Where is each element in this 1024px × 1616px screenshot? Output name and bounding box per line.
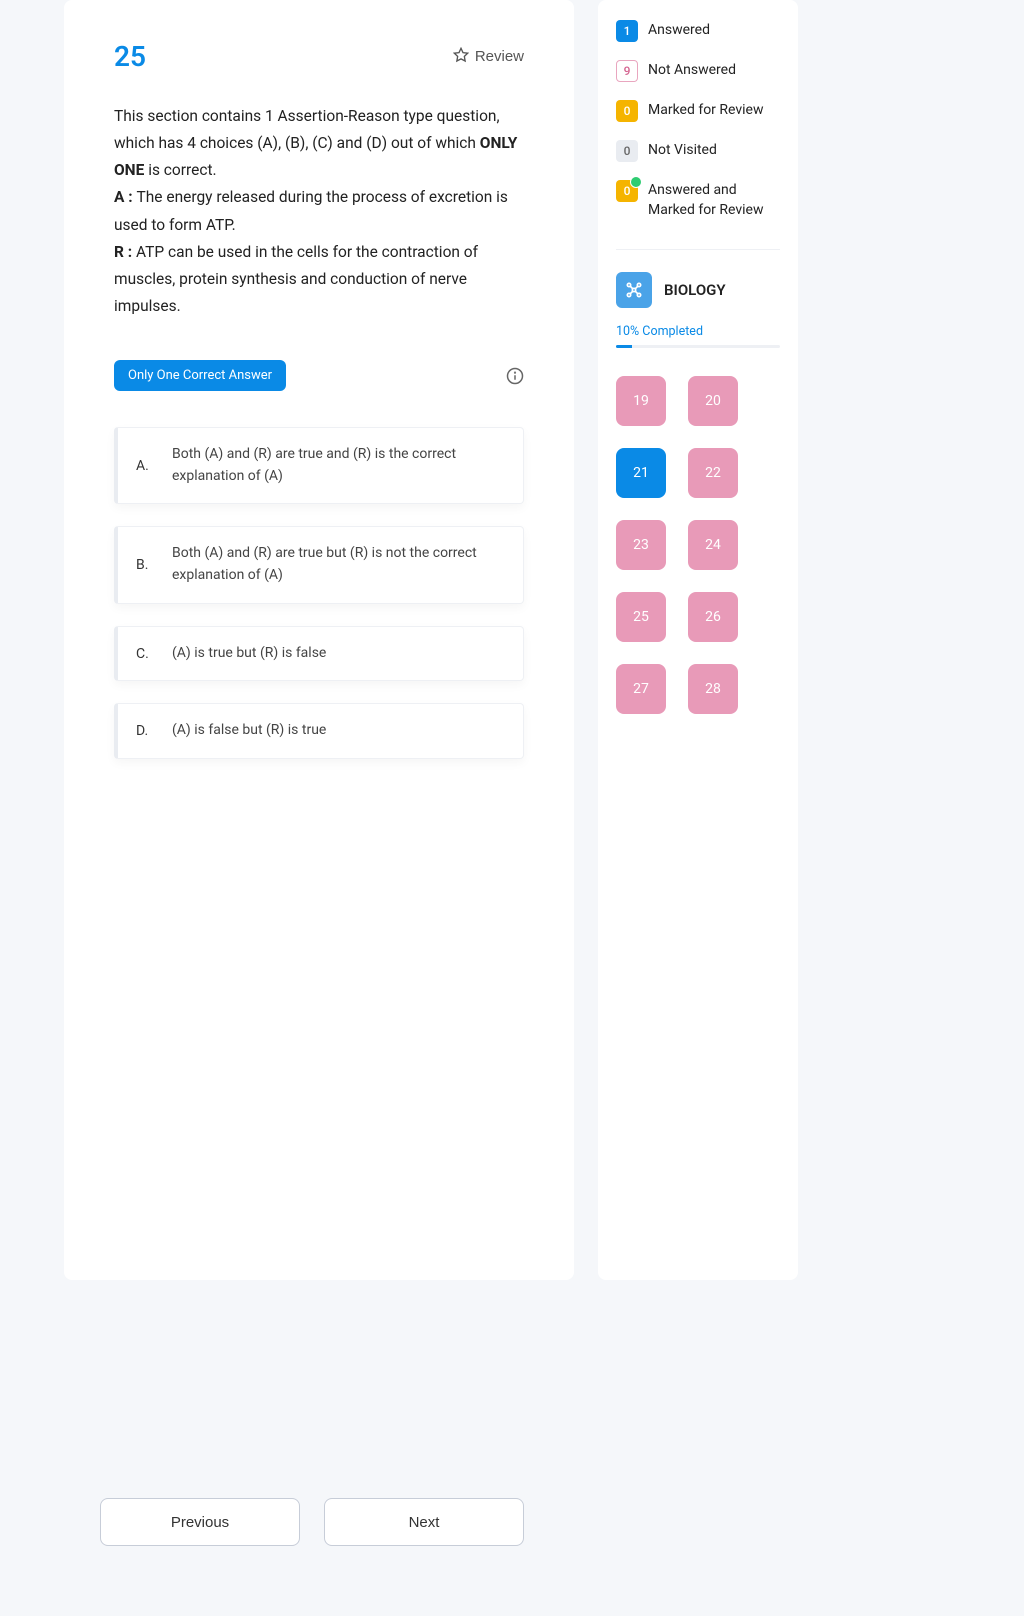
legend-not-visited: 0 Not Visited <box>616 140 780 162</box>
option-text: (A) is true but (R) is false <box>172 643 326 665</box>
progress-bar <box>616 345 780 348</box>
question-panel: 25 Review This section contains 1 Assert… <box>64 0 574 1280</box>
legend-box-marked: 0 <box>616 100 638 122</box>
palette-question-26[interactable]: 26 <box>688 592 738 642</box>
palette-question-23[interactable]: 23 <box>616 520 666 570</box>
question-text: This section contains 1 Assertion-Reason… <box>114 103 524 320</box>
review-label: Review <box>475 48 524 65</box>
option-d[interactable]: D. (A) is false but (R) is true <box>114 703 524 759</box>
star-icon <box>453 47 469 67</box>
divider <box>616 249 780 250</box>
palette-question-21[interactable]: 21 <box>616 448 666 498</box>
palette-question-19[interactable]: 19 <box>616 376 666 426</box>
option-c[interactable]: C. (A) is true but (R) is false <box>114 626 524 682</box>
reason-label: R : <box>114 243 136 261</box>
subject-row: BIOLOGY <box>616 272 780 308</box>
previous-button[interactable]: Previous <box>100 1498 300 1546</box>
biology-icon <box>616 272 652 308</box>
option-text: (A) is false but (R) is true <box>172 720 326 742</box>
option-label: C. <box>136 646 154 662</box>
options-list: A. Both (A) and (R) are true and (R) is t… <box>114 427 524 759</box>
option-text: Both (A) and (R) are true and (R) is the… <box>172 444 505 487</box>
legend-marked: 0 Marked for Review <box>616 100 780 122</box>
question-palette: 19 20 21 22 23 24 25 26 27 28 <box>616 376 780 714</box>
legend-box-answered-marked: 0 <box>616 180 638 202</box>
progress-label: 10% Completed <box>616 324 780 339</box>
question-header: 25 Review <box>114 40 524 73</box>
legend-box-not-answered: 9 <box>616 60 638 82</box>
option-text: Both (A) and (R) are true but (R) is not… <box>172 543 505 586</box>
question-number: 25 <box>114 40 146 73</box>
option-a[interactable]: A. Both (A) and (R) are true and (R) is t… <box>114 427 524 504</box>
legend-box-not-visited: 0 <box>616 140 638 162</box>
assertion-label: A : <box>114 188 137 206</box>
legend-box-answered: 1 <box>616 20 638 42</box>
palette-question-24[interactable]: 24 <box>688 520 738 570</box>
nav-bar: Previous Next <box>100 1498 524 1546</box>
answer-type-tag: Only One Correct Answer <box>114 360 286 391</box>
legend-not-answered: 9 Not Answered <box>616 60 780 82</box>
legend-label-answered-marked: Answered and Marked for Review <box>648 180 780 221</box>
palette-question-22[interactable]: 22 <box>688 448 738 498</box>
info-icon[interactable] <box>506 367 524 385</box>
option-label: D. <box>136 723 154 739</box>
legend-label-answered: Answered <box>648 20 710 40</box>
progress-fill <box>616 345 632 348</box>
legend-answered: 1 Answered <box>616 20 780 42</box>
reason-text: ATP can be used in the cells for the con… <box>114 243 478 315</box>
option-label: A. <box>136 458 154 474</box>
subject-name: BIOLOGY <box>664 281 726 299</box>
answer-type-row: Only One Correct Answer <box>114 360 524 391</box>
legend-label-not-answered: Not Answered <box>648 60 736 80</box>
next-button[interactable]: Next <box>324 1498 524 1546</box>
review-button[interactable]: Review <box>453 47 524 67</box>
option-b[interactable]: B. Both (A) and (R) are true but (R) is n… <box>114 526 524 603</box>
palette-question-20[interactable]: 20 <box>688 376 738 426</box>
palette-question-27[interactable]: 27 <box>616 664 666 714</box>
assertion-text: The energy released during the process o… <box>114 188 508 233</box>
side-panel: 1 Answered 9 Not Answered 0 Marked for R… <box>598 0 798 1280</box>
legend-label-marked: Marked for Review <box>648 100 764 120</box>
option-label: B. <box>136 557 154 573</box>
legend: 1 Answered 9 Not Answered 0 Marked for R… <box>616 20 780 221</box>
palette-question-28[interactable]: 28 <box>688 664 738 714</box>
question-intro: This section contains 1 Assertion-Reason… <box>114 107 500 152</box>
palette-question-25[interactable]: 25 <box>616 592 666 642</box>
legend-label-not-visited: Not Visited <box>648 140 717 160</box>
question-intro-tail: is correct. <box>144 161 216 179</box>
legend-answered-marked: 0 Answered and Marked for Review <box>616 180 780 221</box>
